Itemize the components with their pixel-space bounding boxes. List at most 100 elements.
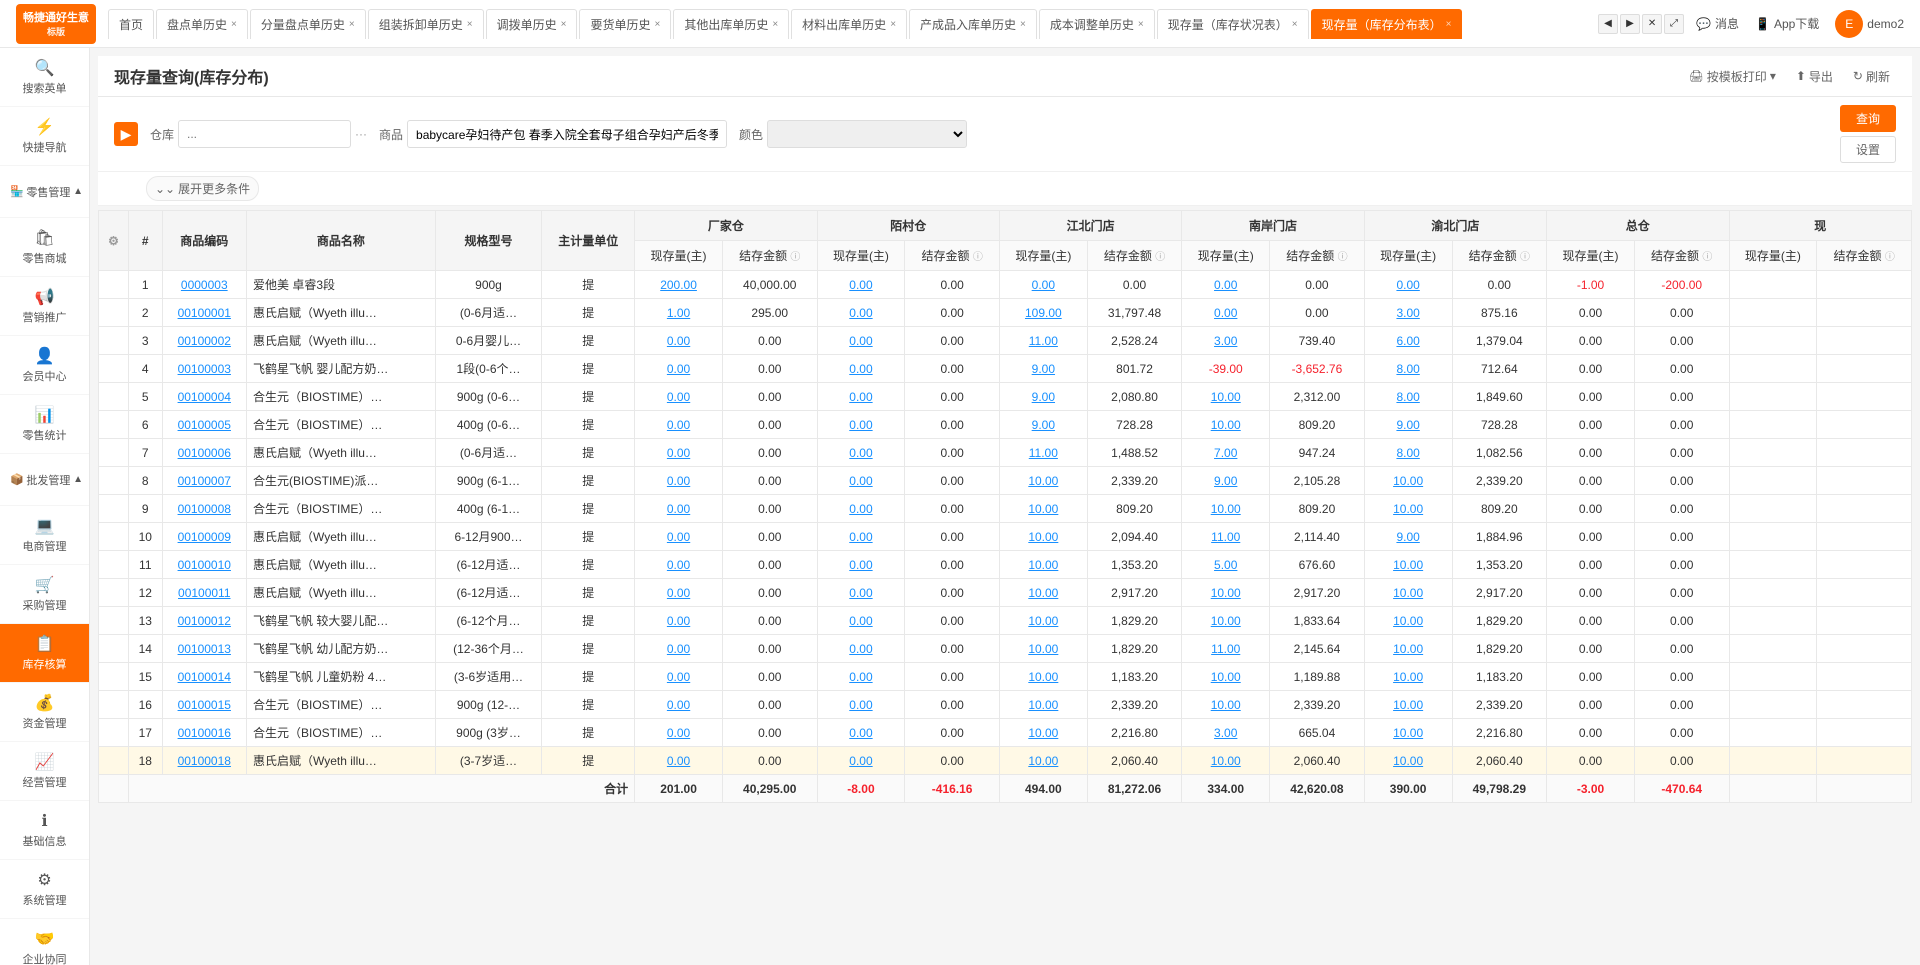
row-na-amt: 1,189.88: [1270, 663, 1365, 691]
tab-close-icon[interactable]: ×: [349, 19, 355, 30]
row-spec: (12-36个月…: [435, 635, 542, 663]
page-actions: 🖨 按模板打印 ▾ ⬆ 导出 ↻ 刷新: [1683, 65, 1896, 88]
tab-close-icon[interactable]: ×: [1292, 19, 1298, 30]
app-logo: 畅捷通好生意 标版: [16, 4, 96, 44]
row-fj-amt: 0.00: [722, 467, 817, 495]
row-tot-amt: 0.00: [1634, 383, 1729, 411]
sidebar-label: 基础信息: [23, 833, 67, 849]
sidebar-item[interactable]: 💰资金管理: [0, 683, 89, 742]
row-tot-amt: 0.00: [1634, 523, 1729, 551]
color-select[interactable]: [767, 120, 967, 148]
tab-close-icon[interactable]: ×: [561, 19, 567, 30]
row-index: 7: [129, 439, 163, 467]
na-amt-info-icon[interactable]: ⓘ: [1338, 252, 1348, 263]
footer-check: [99, 775, 129, 803]
tab-label: 首页: [119, 16, 143, 33]
row-yb-amt: 2,060.40: [1452, 747, 1547, 775]
sidebar-item[interactable]: 📊零售统计: [0, 395, 89, 454]
top-tab[interactable]: 现存量（库存状况表） ×: [1157, 9, 1309, 39]
nav-next-btn[interactable]: ▶: [1620, 14, 1640, 34]
sidebar-item[interactable]: 🛍零售商城: [0, 218, 89, 277]
tab-label: 现存量（库存状况表）: [1168, 16, 1288, 33]
top-tab[interactable]: 材料出库单历史×: [791, 9, 907, 39]
top-tab[interactable]: 组装拆卸单历史×: [368, 9, 484, 39]
fj-amt-info-icon[interactable]: ⓘ: [790, 252, 800, 263]
tab-close-icon[interactable]: ×: [890, 19, 896, 30]
top-tab[interactable]: 现存量（库存分布表）×: [1311, 9, 1463, 39]
query-btn[interactable]: 查询: [1840, 105, 1896, 132]
message-btn[interactable]: 💬 消息: [1696, 15, 1739, 32]
top-tab[interactable]: 首页: [108, 9, 154, 39]
sidebar-item[interactable]: 🔍搜索英单: [0, 48, 89, 107]
sidebar-item[interactable]: ⚡快捷导航: [0, 107, 89, 166]
yb-amt-info-icon[interactable]: ⓘ: [1520, 252, 1530, 263]
sidebar-item[interactable]: 💻电商管理: [0, 506, 89, 565]
mc-amt-info-icon[interactable]: ⓘ: [973, 252, 983, 263]
inventory-table: ⚙ # 商品编码 商品名称 规格型号 主计量单位 厂家仓 陌村仓 江北门店 南岸…: [98, 210, 1912, 803]
tot-amt-info-icon[interactable]: ⓘ: [1702, 252, 1712, 263]
user-menu[interactable]: E demo2: [1835, 10, 1904, 38]
col-settings-icon[interactable]: ⚙: [108, 234, 119, 248]
tab-close-icon[interactable]: ×: [467, 19, 473, 30]
top-tab[interactable]: 成本调整单历史×: [1039, 9, 1155, 39]
tab-close-icon[interactable]: ×: [772, 19, 778, 30]
warehouse-input[interactable]: [178, 120, 351, 148]
top-tab[interactable]: 调拨单历史×: [486, 9, 578, 39]
export-btn[interactable]: ⬆ 导出: [1790, 65, 1839, 88]
row-yb-qty: 9.00: [1364, 523, 1452, 551]
footer-na-qty: 334.00: [1182, 775, 1270, 803]
row-fj-qty: 0.00: [635, 719, 723, 747]
top-nav-tabs: 首页盘点单历史×分量盘点单历史×组装拆卸单历史×调拨单历史×要货单历史×其他出库…: [108, 9, 1594, 39]
sidebar-label: 企业协同: [23, 951, 67, 965]
expand-more-btn[interactable]: ⌄⌄ 展开更多条件: [146, 176, 259, 201]
settings-btn[interactable]: 设置: [1840, 136, 1896, 163]
nav-close-btn[interactable]: ✕: [1642, 14, 1662, 34]
warehouse-dots[interactable]: ···: [355, 127, 367, 141]
row-mc-amt: 0.00: [905, 635, 1000, 663]
tab-close-icon[interactable]: ×: [1446, 19, 1452, 30]
row-index: 13: [129, 607, 163, 635]
filter-expand-btn[interactable]: ▶: [114, 122, 138, 146]
sidebar-item[interactable]: 👤会员中心: [0, 336, 89, 395]
row-jb-amt: 2,094.40: [1087, 523, 1182, 551]
top-tab[interactable]: 产成品入库单历史×: [909, 9, 1037, 39]
footer-jb-qty: 494.00: [999, 775, 1087, 803]
nav-prev-btn[interactable]: ◀: [1598, 14, 1618, 34]
fj-qty-header: 现存量(主): [635, 241, 723, 271]
sidebar-item[interactable]: 🤝企业协同: [0, 919, 89, 965]
sidebar-item[interactable]: ⚙系统管理: [0, 860, 89, 919]
tab-close-icon[interactable]: ×: [654, 19, 660, 30]
row-na-qty: 10.00: [1182, 691, 1270, 719]
tab-close-icon[interactable]: ×: [1020, 19, 1026, 30]
cur-amt-info-icon[interactable]: ⓘ: [1885, 252, 1895, 263]
row-fj-amt: 0.00: [722, 439, 817, 467]
jb-amt-info-icon[interactable]: ⓘ: [1155, 252, 1165, 263]
sidebar-item[interactable]: 📢营销推广: [0, 277, 89, 336]
sidebar-item[interactable]: 📋库存核算: [0, 624, 89, 683]
refresh-btn[interactable]: ↻ 刷新: [1847, 65, 1896, 88]
top-tab[interactable]: 盘点单历史×: [156, 9, 248, 39]
print-btn[interactable]: 🖨 按模板打印 ▾: [1683, 65, 1782, 88]
sidebar-item[interactable]: ℹ基础信息: [0, 801, 89, 860]
nav-expand-btn[interactable]: ⤢: [1664, 14, 1684, 34]
sidebar-item[interactable]: 📈经营管理: [0, 742, 89, 801]
tab-close-icon[interactable]: ×: [1138, 19, 1144, 30]
row-na-qty: 3.00: [1182, 719, 1270, 747]
goods-input[interactable]: [407, 120, 727, 148]
top-tab[interactable]: 要货单历史×: [579, 9, 671, 39]
row-mc-amt: 0.00: [905, 383, 1000, 411]
app-download-btn[interactable]: 📱 App下载: [1755, 15, 1819, 32]
row-jb-amt: 0.00: [1087, 271, 1182, 299]
row-fj-amt: 0.00: [722, 719, 817, 747]
row-fj-qty: 1.00: [635, 299, 723, 327]
row-tot-amt: 0.00: [1634, 411, 1729, 439]
top-tab[interactable]: 分量盘点单历史×: [250, 9, 366, 39]
sidebar-item[interactable]: 🏪零售管理▲: [0, 166, 89, 218]
row-code: 00100004: [162, 383, 246, 411]
sidebar-item[interactable]: 📦批发管理▲: [0, 454, 89, 506]
sidebar-item[interactable]: 🛒采购管理: [0, 565, 89, 624]
row-cur-qty: [1729, 579, 1817, 607]
row-fj-amt: 0.00: [722, 383, 817, 411]
tab-close-icon[interactable]: ×: [231, 19, 237, 30]
top-tab[interactable]: 其他出库单历史×: [673, 9, 789, 39]
